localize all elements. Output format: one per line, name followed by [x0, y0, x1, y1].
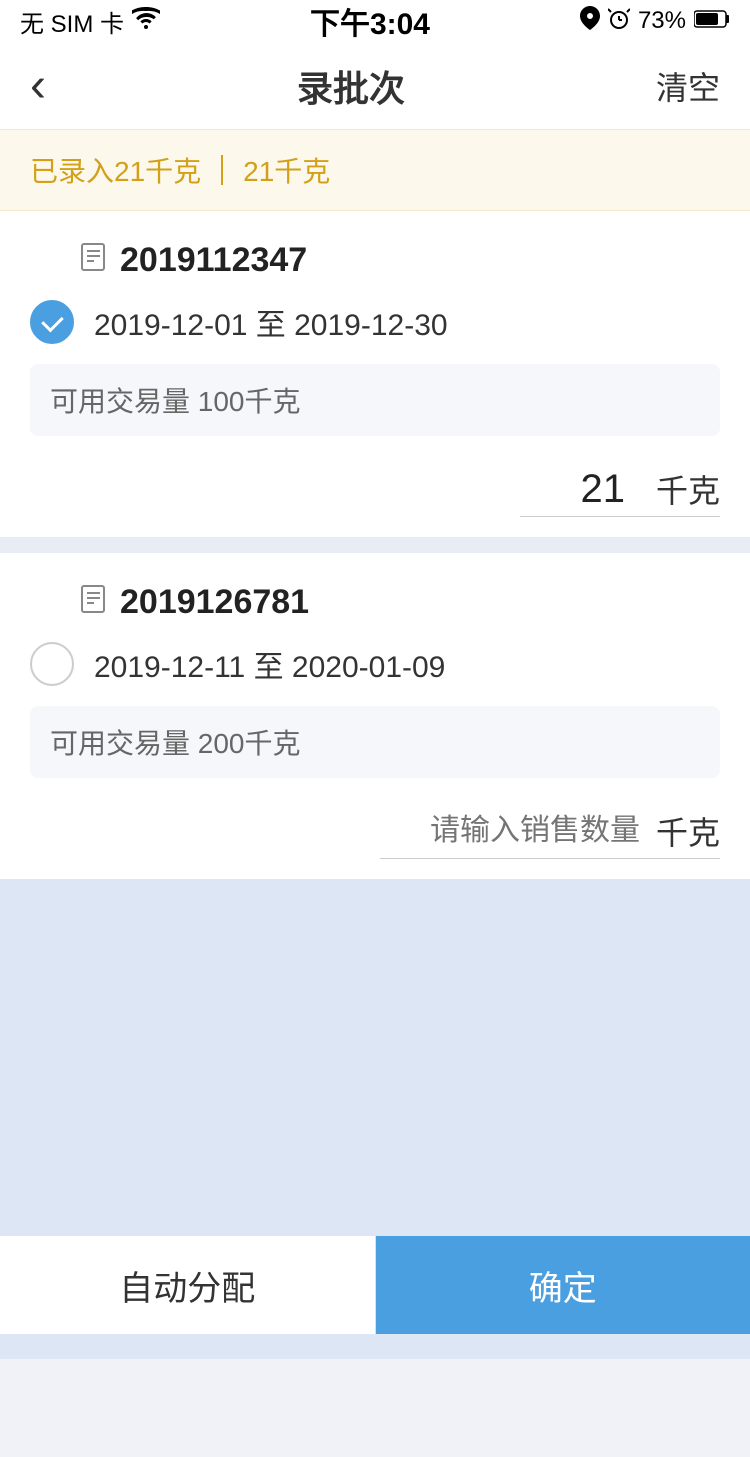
auto-distribute-button[interactable]: 自动分配	[0, 1236, 376, 1334]
info-divider	[221, 155, 223, 185]
bottom-bar: 自动分配 确定	[0, 1236, 750, 1334]
battery-text: 73%	[638, 7, 686, 35]
batch-date-1: 2019-12-01 至 2019-12-30	[94, 300, 448, 344]
confirm-button[interactable]: 确定	[376, 1236, 750, 1334]
batch-date-row-2: 2019-12-11 至 2020-01-09	[0, 632, 750, 696]
amount-unit-1: 千克	[656, 466, 720, 512]
amount-input-1[interactable]	[520, 467, 640, 512]
amount-input-2[interactable]	[380, 814, 640, 848]
batch-amount-placeholder-2: 千克	[0, 788, 750, 879]
batch-date-2: 2019-12-11 至 2020-01-09	[94, 642, 445, 686]
batch-card-1: 2019112347 2019-12-01 至 2019-12-30 可用交易量…	[0, 211, 750, 537]
batch-amount-row-1: 千克	[0, 446, 750, 537]
placeholder-unit-2: 千克	[656, 808, 720, 854]
batch-date-row-1: 2019-12-01 至 2019-12-30	[0, 290, 750, 354]
placeholder-underline-2: 千克	[380, 808, 720, 859]
sim-text: 无 SIM 卡	[20, 4, 124, 39]
batch-id-1: 2019112347	[120, 241, 307, 280]
battery-icon	[694, 7, 730, 35]
batch-doc-icon-1	[80, 242, 110, 280]
info-value: 21千克	[243, 150, 330, 190]
batch-doc-icon-2	[80, 584, 110, 622]
batch-header-1: 2019112347	[0, 211, 750, 290]
page-title: 录批次	[297, 60, 405, 112]
amount-underline-1: 千克	[520, 466, 720, 517]
alarm-icon	[608, 7, 630, 36]
batch-header-2: 2019126781	[0, 553, 750, 632]
batch-avail-1: 可用交易量 100千克	[30, 364, 720, 436]
section-divider	[0, 537, 750, 553]
location-icon	[580, 6, 600, 37]
info-label: 已录入21千克	[30, 150, 201, 190]
info-banner: 已录入21千克 21千克	[0, 130, 750, 211]
status-left: 无 SIM 卡	[20, 4, 160, 39]
nav-bar: ‹ 录批次 清空	[0, 42, 750, 130]
back-button[interactable]: ‹	[30, 62, 46, 110]
batch-avail-2: 可用交易量 200千克	[30, 706, 720, 778]
batch-id-2: 2019126781	[120, 583, 309, 622]
batch-radio-2[interactable]	[30, 642, 74, 686]
status-time: 下午3:04	[310, 0, 430, 43]
status-right: 73%	[580, 6, 730, 37]
wifi-icon	[132, 7, 160, 36]
clear-button[interactable]: 清空	[656, 63, 720, 109]
batch-card-2: 2019126781 2019-12-11 至 2020-01-09 可用交易量…	[0, 553, 750, 879]
batch-radio-1[interactable]	[30, 300, 74, 344]
back-icon: ‹	[30, 62, 46, 110]
status-bar: 无 SIM 卡 下午3:04 73%	[0, 0, 750, 42]
